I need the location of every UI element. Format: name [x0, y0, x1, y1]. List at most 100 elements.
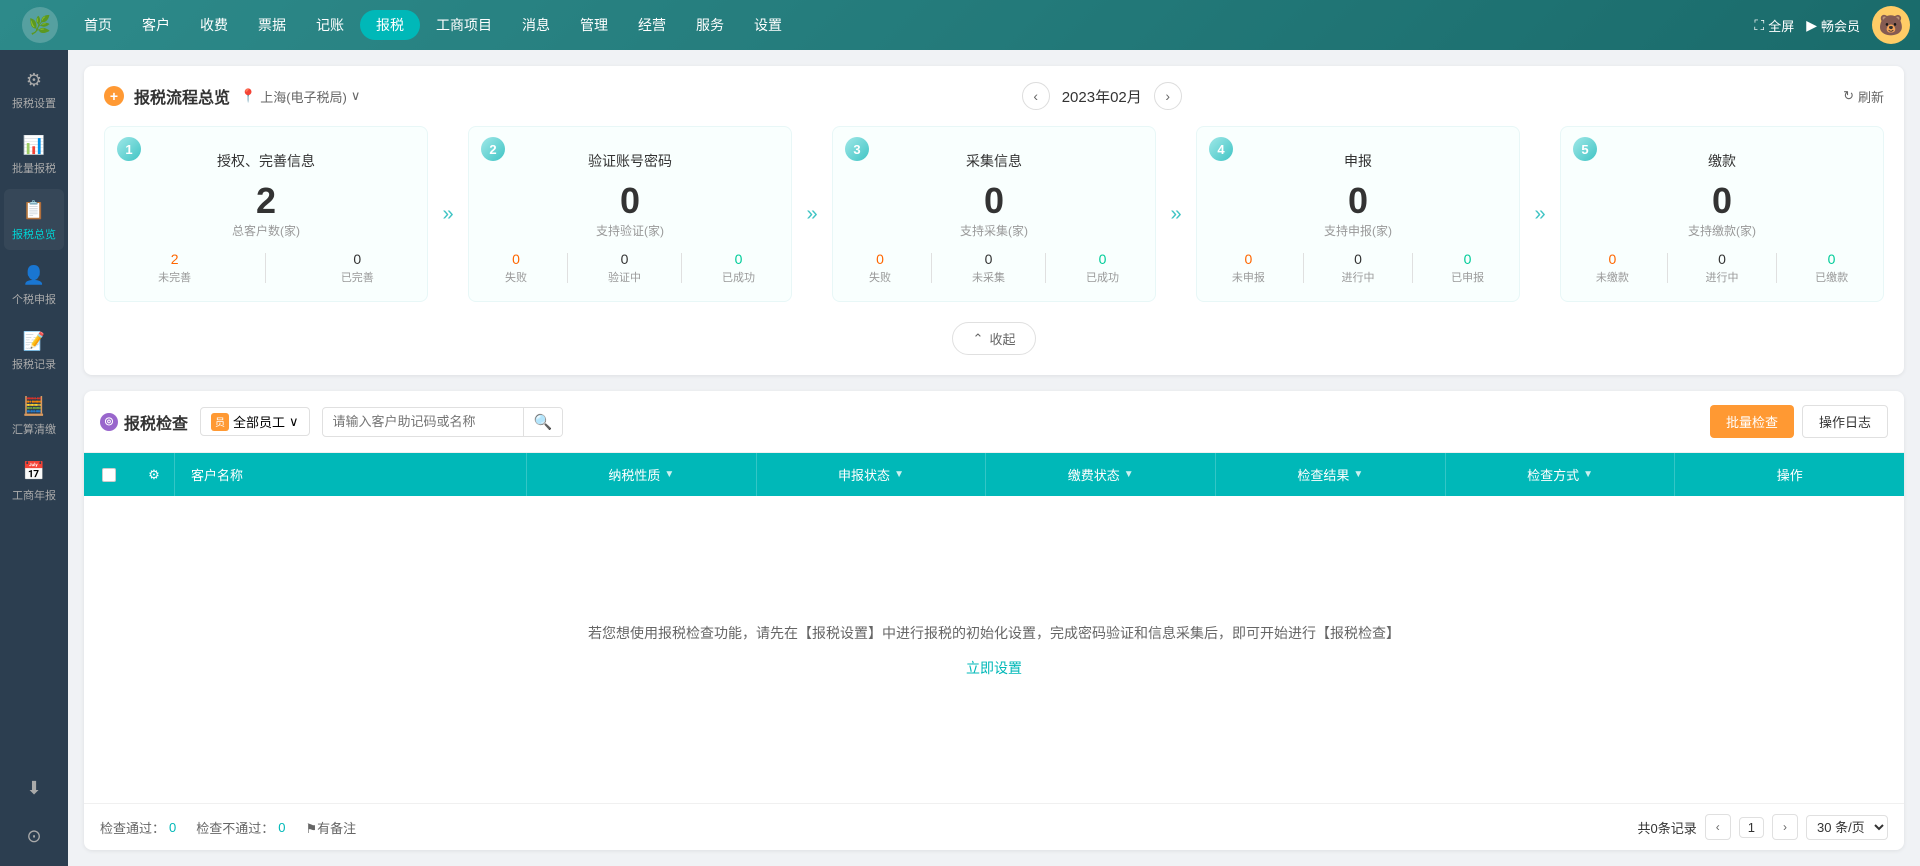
check-title: ◎ 报税检查	[100, 410, 188, 434]
stat-label-2-0: 失败	[505, 269, 527, 285]
step-title-1: 授权、完善信息	[121, 143, 411, 171]
sidebar-item-tax-overview[interactable]: 📋 报税总览	[4, 189, 64, 250]
nav-item-fee[interactable]: 收费	[186, 9, 242, 41]
stat-label-2-2: 已成功	[722, 269, 755, 285]
stat-label-4-0: 未申报	[1232, 269, 1265, 285]
stat-value-5-0: 0	[1608, 251, 1616, 267]
tax-check-header: ◎ 报税检查 员 全部员工 ∨ 🔍 批量检查 操作日志	[84, 391, 1904, 453]
sidebar-item-download[interactable]: ⬇	[4, 766, 64, 810]
th-tax-type[interactable]: 纳税性质 ▼	[526, 453, 756, 496]
stat-label-5-1: 进行中	[1705, 269, 1738, 285]
th-operation-text: 操作	[1777, 465, 1803, 484]
th-check-result-text: 检查结果	[1297, 465, 1349, 484]
sidebar-item-tax-record[interactable]: 📝 报税记录	[4, 319, 64, 380]
setup-link[interactable]: 立即设置	[966, 658, 1022, 678]
personal-tax-icon: 👤	[20, 262, 48, 290]
filter-icon-4: ▼	[1353, 469, 1363, 480]
mascot[interactable]: 🐻	[1872, 6, 1910, 44]
table-header: ⚙ 客户名称 纳税性质 ▼ 申报状态 ▼ 缴费状态 ▼	[84, 453, 1904, 496]
refresh-btn[interactable]: ↻ 刷新	[1843, 87, 1884, 106]
sidebar-label-batch-tax: 批量报税	[12, 162, 56, 176]
nav-item-home[interactable]: 首页	[70, 9, 126, 41]
stat-label-1-0: 未完善	[158, 269, 191, 285]
step-title-3: 采集信息	[849, 143, 1139, 171]
sidebar-item-batch-tax[interactable]: 📊 批量报税	[4, 123, 64, 184]
nav-item-client[interactable]: 客户	[128, 9, 184, 41]
collapse-btn[interactable]: ⌃ 收起	[952, 322, 1037, 355]
nav-item-tax[interactable]: 报税	[360, 10, 420, 40]
header-checkbox[interactable]	[102, 468, 116, 482]
fullscreen-btn[interactable]: ⛶ 全屏	[1754, 16, 1794, 35]
stat-value-2-0: 0	[512, 251, 520, 267]
batch-check-btn[interactable]: 批量检查	[1710, 405, 1794, 438]
th-check-method[interactable]: 检查方式 ▼	[1445, 453, 1675, 496]
nav-item-commerce[interactable]: 工商项目	[422, 9, 506, 41]
nav-item-operation[interactable]: 经营	[624, 9, 680, 41]
stat-label-3-2: 已成功	[1086, 269, 1119, 285]
stat-value-4-2: 0	[1464, 251, 1472, 267]
tax-settings-icon: ⚙	[20, 66, 48, 94]
th-declare-status[interactable]: 申报状态 ▼	[756, 453, 986, 496]
step-subtitle-1: 总客户数(家)	[121, 222, 411, 239]
logo-icon: 🌿	[22, 7, 58, 43]
nav-item-invoice[interactable]: 票据	[244, 9, 300, 41]
sidebar-item-location[interactable]: ⊙	[4, 814, 64, 858]
fullscreen-label: 全屏	[1768, 16, 1794, 35]
step-title-4: 申报	[1213, 143, 1503, 171]
stat-value-1-1: 0	[353, 251, 361, 267]
step-arrow-4: »	[1520, 126, 1560, 302]
th-pay-status[interactable]: 缴费状态 ▼	[985, 453, 1215, 496]
fail-value[interactable]: 0	[278, 820, 285, 835]
content-area: + 报税流程总览 📍 上海(电子税局) ∨ ‹ 2023年02月 › ↻	[68, 50, 1920, 866]
next-month-btn[interactable]: ›	[1154, 82, 1182, 110]
stat-value-5-2: 0	[1828, 251, 1836, 267]
th-client-name: 客户名称	[174, 453, 526, 496]
sidebar-label-tax-overview: 报税总览	[12, 228, 56, 242]
overview-card: + 报税流程总览 📍 上海(电子税局) ∨ ‹ 2023年02月 › ↻	[84, 66, 1904, 375]
collapse-area: ⌃ 收起	[104, 318, 1884, 359]
nav-item-message[interactable]: 消息	[508, 9, 564, 41]
next-page-btn[interactable]: ›	[1772, 814, 1798, 840]
step-arrow-2: »	[792, 126, 832, 302]
stat-divider-4-1	[1412, 253, 1413, 283]
stat-label-4-2: 已申报	[1451, 269, 1484, 285]
stat-value-3-0: 0	[876, 251, 884, 267]
stat-divider-2-0	[567, 253, 568, 283]
footer-stat-pass: 检查通过： 0	[100, 818, 176, 837]
pass-value[interactable]: 0	[169, 820, 176, 835]
nav-item-manage[interactable]: 管理	[566, 9, 622, 41]
refresh-icon: ↻	[1843, 88, 1854, 104]
search-box: 🔍	[322, 407, 564, 437]
step-card-2: 2 验证账号密码 0 支持验证(家) 0 失败 0 验证中	[468, 126, 792, 302]
first-page-btn[interactable]: ‹	[1705, 814, 1731, 840]
step-arrow-1: »	[428, 126, 468, 302]
sidebar-label-annual-report: 工商年报	[12, 489, 56, 503]
employee-select[interactable]: 员 全部员工 ∨	[200, 407, 310, 436]
member-btn[interactable]: ▶ 畅会员	[1806, 16, 1860, 35]
stat-divider-3-0	[931, 253, 932, 283]
nav-item-settings[interactable]: 设置	[740, 9, 796, 41]
search-input[interactable]	[323, 409, 523, 434]
sidebar-item-tax-settings[interactable]: ⚙ 报税设置	[4, 58, 64, 119]
sidebar-item-personal-tax[interactable]: 👤 个税申报	[4, 254, 64, 315]
sidebar-item-annual-settle[interactable]: 🧮 汇算清缴	[4, 384, 64, 445]
stat-item-5-1: 0 进行中	[1705, 251, 1738, 285]
current-date: 2023年02月	[1062, 86, 1142, 107]
operation-log-btn[interactable]: 操作日志	[1802, 405, 1888, 438]
nav-item-bookkeeping[interactable]: 记账	[302, 9, 358, 41]
stat-label-4-1: 进行中	[1341, 269, 1374, 285]
th-check-result[interactable]: 检查结果 ▼	[1215, 453, 1445, 496]
step-subtitle-5: 支持缴款(家)	[1577, 222, 1867, 239]
refresh-label: 刷新	[1858, 87, 1884, 106]
nav-item-service[interactable]: 服务	[682, 9, 738, 41]
location-badge[interactable]: 📍 上海(电子税局) ∨	[240, 87, 360, 106]
sidebar-label-tax-settings: 报税设置	[12, 97, 56, 111]
search-button[interactable]: 🔍	[523, 408, 563, 436]
employee-dropdown-icon: ∨	[289, 414, 299, 430]
stat-item-4-1: 0 进行中	[1341, 251, 1374, 285]
footer-stat-fail: 检查不通过： 0	[196, 818, 285, 837]
per-page-select[interactable]: 30 条/页	[1806, 815, 1888, 840]
sidebar-item-annual-report[interactable]: 📅 工商年报	[4, 450, 64, 511]
prev-month-btn[interactable]: ‹	[1022, 82, 1050, 110]
th-settings[interactable]: ⚙	[134, 453, 174, 496]
